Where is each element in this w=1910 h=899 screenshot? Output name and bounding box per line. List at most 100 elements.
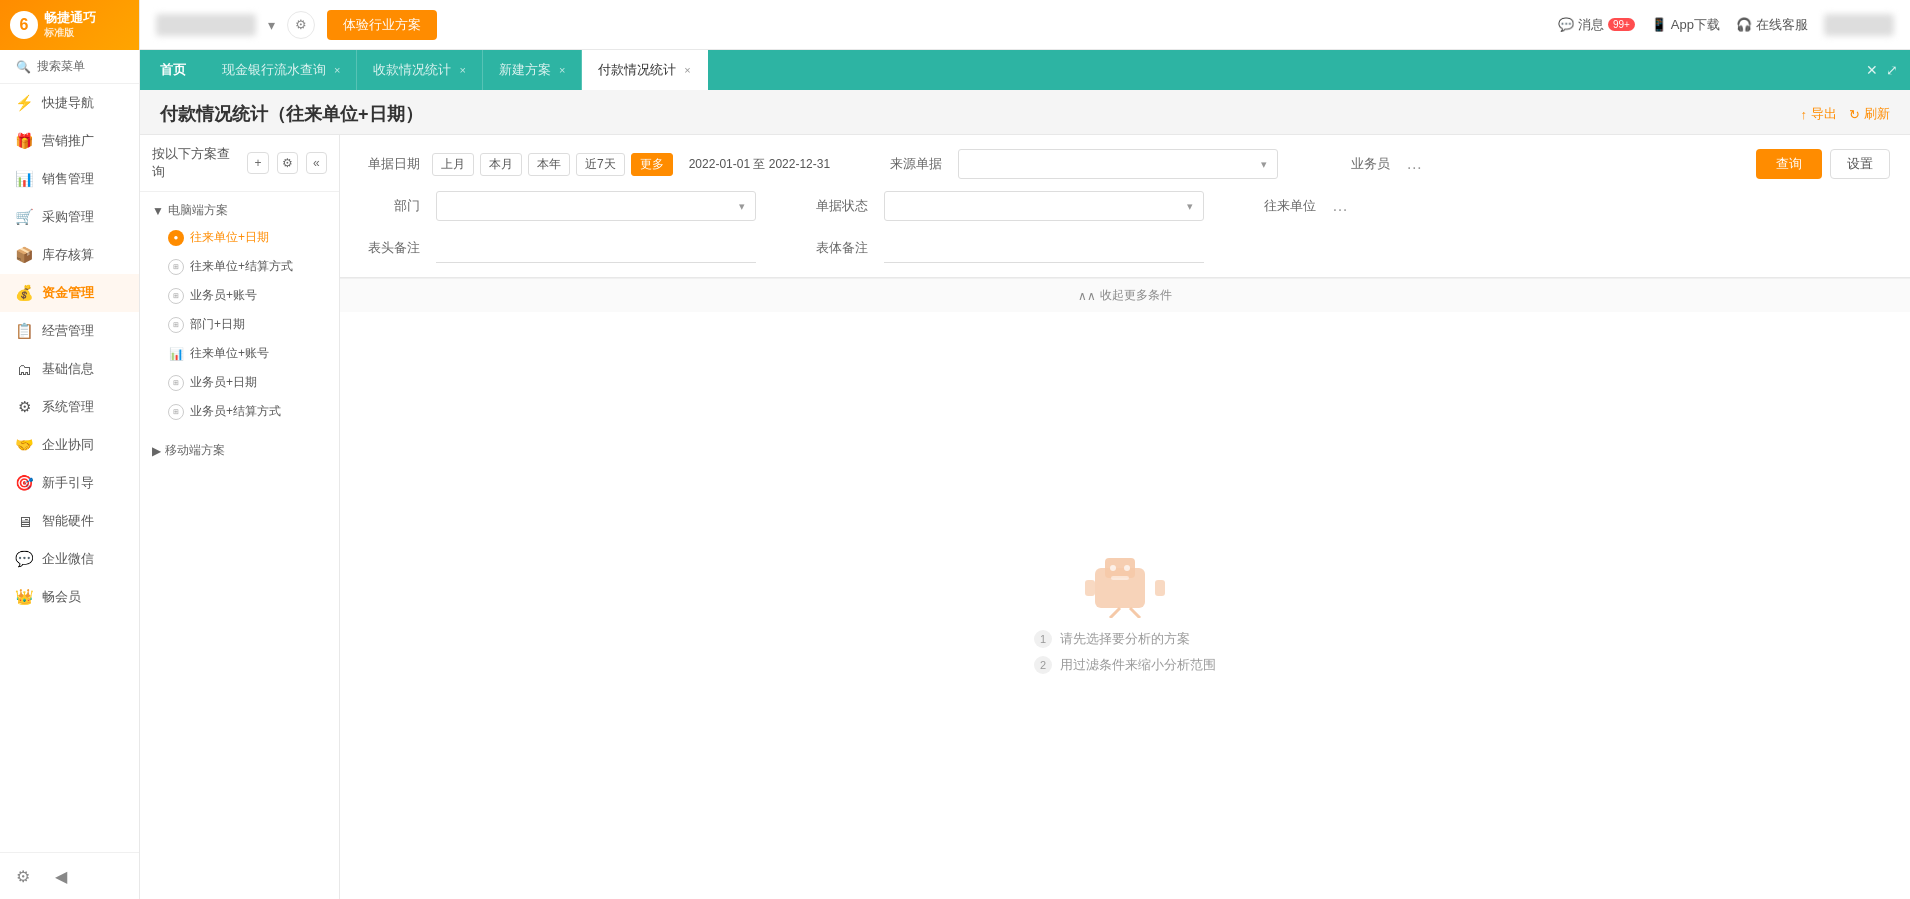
sidebar-item-operation[interactable]: 📋 经营管理	[0, 312, 139, 350]
date-btn-more[interactable]: 更多	[631, 153, 673, 176]
phone-icon: 📱	[1651, 17, 1667, 32]
sidebar-item-basic[interactable]: 🗂 基础信息	[0, 350, 139, 388]
sidebar-label-basic: 基础信息	[42, 360, 94, 378]
export-label: 导出	[1811, 105, 1837, 123]
scheme-item-partner-date[interactable]: ● 往来单位+日期	[140, 223, 339, 252]
desktop-section-header[interactable]: ▼ 电脑端方案	[140, 198, 339, 223]
refresh-icon: ↻	[1849, 107, 1860, 122]
messages-btn[interactable]: 💬 消息 99+	[1558, 16, 1635, 34]
date-buttons: 上月 本月 本年 近7天 更多	[432, 153, 673, 176]
tab-new-scheme-label: 新建方案	[499, 61, 551, 79]
topbar-user	[156, 14, 256, 36]
trial-btn[interactable]: 体验行业方案	[327, 10, 437, 40]
sidebar-item-hardware[interactable]: 🖥 智能硬件	[0, 502, 139, 540]
scheme-item-partner-account-label: 往来单位+账号	[190, 345, 269, 362]
page-actions: ↑ 导出 ↻ 刷新	[1801, 105, 1891, 123]
sidebar-item-enterprise[interactable]: 🤝 企业协同	[0, 426, 139, 464]
app-sub: 标准版	[44, 26, 96, 40]
sidebar-icon-inventory: 📦	[14, 246, 34, 264]
sidebar-label-purchase: 采购管理	[42, 208, 94, 226]
sidebar-item-quick-nav[interactable]: ⚡ 快捷导航	[0, 84, 139, 122]
scheme-item-dept-date[interactable]: ⊞ 部门+日期	[140, 310, 339, 339]
sidebar-icon-basic: 🗂	[14, 361, 34, 378]
tab-receipt-stats[interactable]: 收款情况统计 ×	[357, 50, 482, 90]
table-header-note-input[interactable]	[436, 233, 756, 263]
scheme-item-grid-icon-2: ⊞	[168, 288, 184, 304]
scheme-item-staff-settle[interactable]: ⊞ 业务员+结算方式	[140, 397, 339, 426]
sidebar-item-guide[interactable]: 🎯 新手引导	[0, 464, 139, 502]
scheme-item-staff-date[interactable]: ⊞ 业务员+日期	[140, 368, 339, 397]
topbar-dropdown[interactable]: ▾	[268, 17, 275, 33]
app-download-btn[interactable]: 📱 App下载	[1651, 16, 1720, 34]
filter-actions: 查询 设置	[1756, 149, 1890, 179]
sidebar-label-hardware: 智能硬件	[42, 512, 94, 530]
step-1-label: 请先选择要分析的方案	[1060, 630, 1190, 648]
filter-row-2: 部门 ▾ 单据状态 ▾ 往来单位 …	[360, 191, 1890, 221]
topbar-avatar[interactable]	[1824, 14, 1894, 36]
sidebar-label-enterprise: 企业协同	[42, 436, 94, 454]
scheme-item-grid-icon-1: ⊞	[168, 259, 184, 275]
tab-payment-stats[interactable]: 付款情况统计 ×	[582, 50, 707, 90]
date-btn-7days[interactable]: 近7天	[576, 153, 625, 176]
dept-select[interactable]: ▾	[436, 191, 756, 221]
tab-bank-flow-label: 现金银行流水查询	[222, 61, 326, 79]
scheme-settings-btn[interactable]: ⚙	[277, 152, 298, 174]
search-label: 搜索菜单	[37, 58, 85, 75]
sidebar-item-inventory[interactable]: 📦 库存核算	[0, 236, 139, 274]
scheme-item-staff-account[interactable]: ⊞ 业务员+账号	[140, 281, 339, 310]
doc-status-select[interactable]: ▾	[884, 191, 1204, 221]
settings-btn[interactable]: 设置	[1830, 149, 1890, 179]
sidebar-collapse-btn[interactable]: ◀	[46, 861, 76, 891]
table-body-note-input[interactable]	[884, 233, 1204, 263]
sidebar-label-inventory: 库存核算	[42, 246, 94, 264]
collapse-more-btn[interactable]: ∧∧ 收起更多条件	[340, 278, 1910, 312]
sidebar-item-wechat[interactable]: 💬 企业微信	[0, 540, 139, 578]
scheme-collapse-btn[interactable]: «	[306, 152, 327, 174]
scheme-item-chart-icon: 📊	[168, 346, 184, 362]
date-btn-this-year[interactable]: 本年	[528, 153, 570, 176]
tab-bank-flow-close[interactable]: ×	[334, 64, 340, 76]
refresh-label: 刷新	[1864, 105, 1890, 123]
sidebar-item-sales[interactable]: 📊 销售管理	[0, 160, 139, 198]
step-2-label: 用过滤条件来缩小分析范围	[1060, 656, 1216, 674]
sidebar-item-marketing[interactable]: 🎁 营销推广	[0, 122, 139, 160]
sidebar-item-finance[interactable]: 💰 资金管理	[0, 274, 139, 312]
scheme-add-btn[interactable]: +	[247, 152, 268, 174]
source-select[interactable]: ▾	[958, 149, 1278, 179]
sidebar-settings-btn[interactable]: ⚙	[8, 861, 38, 891]
date-btn-last-month[interactable]: 上月	[432, 153, 474, 176]
svg-rect-8	[1155, 580, 1165, 596]
date-btn-this-month[interactable]: 本月	[480, 153, 522, 176]
mobile-section-header[interactable]: ▶ 移动端方案	[140, 438, 339, 463]
staff-dotdot: …	[1406, 155, 1422, 173]
tab-receipt-stats-close[interactable]: ×	[459, 64, 465, 76]
sidebar-item-purchase[interactable]: 🛒 采购管理	[0, 198, 139, 236]
search-menu[interactable]: 🔍 搜索菜单	[0, 50, 139, 84]
sidebar-icon-member: 👑	[14, 588, 34, 606]
partner-dotdot: …	[1332, 197, 1348, 215]
topbar-settings-btn[interactable]: ⚙	[287, 11, 315, 39]
query-btn[interactable]: 查询	[1756, 149, 1822, 179]
refresh-btn[interactable]: ↻ 刷新	[1849, 105, 1890, 123]
collapse-label: 收起更多条件	[1100, 287, 1172, 304]
doc-status-select-arrow: ▾	[1187, 200, 1193, 213]
tab-payment-stats-close[interactable]: ×	[684, 64, 690, 76]
tab-bank-flow[interactable]: 现金银行流水查询 ×	[206, 50, 357, 90]
sidebar-item-member[interactable]: 👑 畅会员	[0, 578, 139, 616]
online-service-btn[interactable]: 🎧 在线客服	[1736, 16, 1808, 34]
tab-payment-stats-label: 付款情况统计	[598, 61, 676, 79]
tab-close-all-btn[interactable]: ✕	[1866, 62, 1878, 78]
main-area: ▾ ⚙ 体验行业方案 💬 消息 99+ 📱 App下载 🎧 在线客服 首页	[140, 0, 1910, 899]
export-btn[interactable]: ↑ 导出	[1801, 105, 1838, 123]
sidebar-item-system[interactable]: ⚙ 系统管理	[0, 388, 139, 426]
tab-new-scheme[interactable]: 新建方案 ×	[483, 50, 582, 90]
sidebar-icon-sales: 📊	[14, 170, 34, 188]
scheme-item-partner-settle[interactable]: ⊞ 往来单位+结算方式	[140, 252, 339, 281]
scheme-item-partner-settle-label: 往来单位+结算方式	[190, 258, 293, 275]
sidebar-icon-operation: 📋	[14, 322, 34, 340]
tab-home[interactable]: 首页	[140, 50, 206, 90]
tab-new-scheme-close[interactable]: ×	[559, 64, 565, 76]
scheme-item-partner-account[interactable]: 📊 往来单位+账号	[140, 339, 339, 368]
tab-expand-btn[interactable]: ⤢	[1886, 62, 1898, 78]
empty-step-1: 1 请先选择要分析的方案	[1034, 630, 1216, 648]
